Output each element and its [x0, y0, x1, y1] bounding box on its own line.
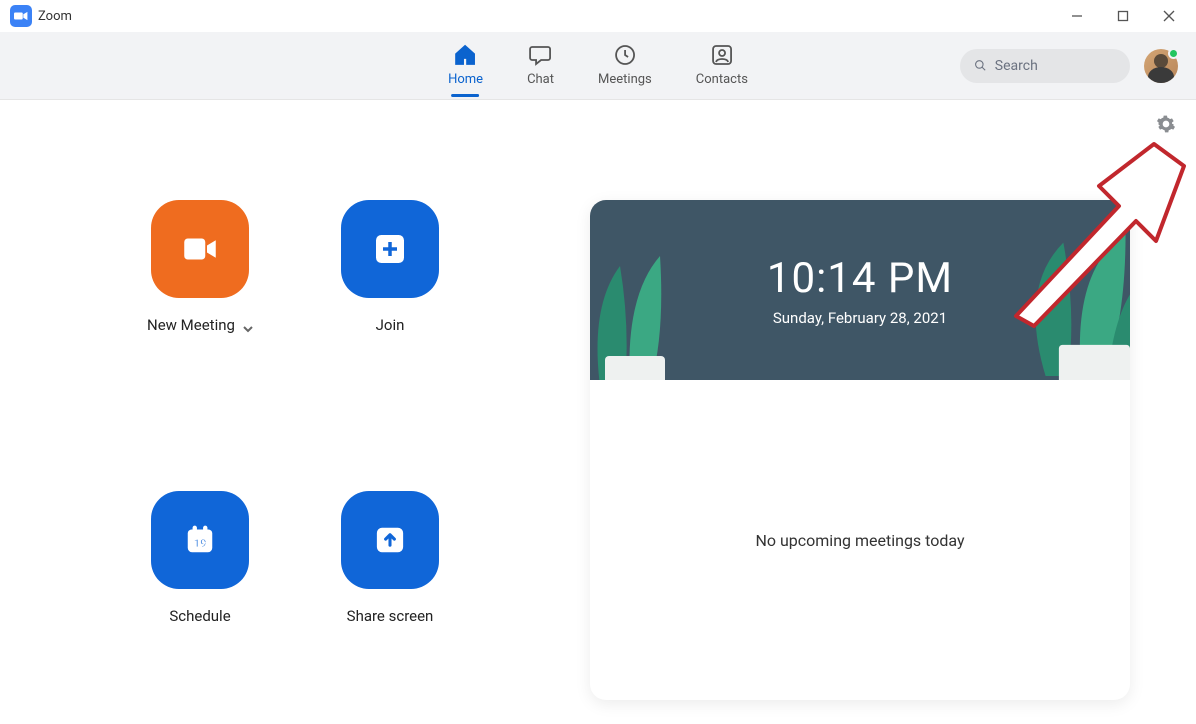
window-titlebar: Zoom	[0, 0, 1196, 32]
window-maximize-button[interactable]	[1100, 0, 1146, 32]
nav-tab-label: Chat	[527, 72, 554, 87]
tile-schedule: 19 Schedule	[105, 491, 295, 724]
clock-banner: 10:14 PM Sunday, February 28, 2021	[590, 200, 1130, 380]
nav-tab-meetings[interactable]: Meetings	[598, 42, 652, 95]
home-main: New Meeting Join	[0, 100, 1196, 724]
schedule-button[interactable]: 19	[151, 491, 249, 589]
tile-label: Share screen	[347, 607, 434, 625]
nav-tab-chat[interactable]: Chat	[527, 42, 554, 95]
plus-icon	[369, 228, 411, 270]
home-info-panel: 10:14 PM Sunday, February 28, 2021 No up…	[590, 100, 1196, 724]
tile-label: Join	[376, 316, 405, 334]
share-screen-icon	[369, 519, 411, 561]
presence-indicator	[1168, 48, 1179, 59]
new-meeting-dropdown[interactable]	[243, 320, 253, 330]
upcoming-list: No upcoming meetings today	[590, 380, 1130, 700]
new-meeting-button[interactable]	[151, 200, 249, 298]
nav-tab-label: Contacts	[696, 72, 748, 87]
profile-avatar[interactable]	[1144, 49, 1178, 83]
clock-date: Sunday, February 28, 2021	[773, 309, 947, 327]
upcoming-empty-message: No upcoming meetings today	[755, 531, 964, 550]
tile-label: New Meeting	[147, 316, 235, 334]
join-button[interactable]	[341, 200, 439, 298]
clock-time: 10:14 PM	[767, 254, 953, 303]
chat-icon	[528, 42, 554, 68]
search-icon	[974, 58, 987, 73]
window-controls	[1054, 0, 1192, 32]
nav-tab-contacts[interactable]: Contacts	[696, 42, 748, 95]
tile-join: Join	[295, 200, 485, 433]
home-actions-panel: New Meeting Join	[0, 100, 590, 724]
window-close-button[interactable]	[1146, 0, 1192, 32]
window-title: Zoom	[38, 9, 72, 24]
nav-tab-home[interactable]: Home	[448, 42, 483, 95]
chevron-down-icon	[243, 324, 253, 334]
gear-icon	[1156, 114, 1176, 134]
nav-tab-label: Home	[448, 72, 483, 87]
search-box[interactable]	[960, 49, 1130, 83]
tile-label: Schedule	[169, 607, 230, 625]
contacts-icon	[709, 42, 735, 68]
home-icon	[453, 42, 479, 68]
settings-button[interactable]	[1156, 114, 1176, 134]
clock-icon	[612, 42, 638, 68]
nav-tab-label: Meetings	[598, 72, 652, 87]
decoration-plant-left	[590, 206, 730, 380]
tile-new-meeting: New Meeting	[105, 200, 295, 433]
tile-share-screen: Share screen	[295, 491, 485, 724]
window-minimize-button[interactable]	[1054, 0, 1100, 32]
upcoming-card: 10:14 PM Sunday, February 28, 2021 No up…	[590, 200, 1130, 700]
share-screen-button[interactable]	[341, 491, 439, 589]
calendar-icon: 19	[179, 519, 221, 561]
video-icon	[179, 228, 221, 270]
search-input[interactable]	[995, 58, 1116, 74]
zoom-app-icon	[10, 5, 32, 27]
svg-text:19: 19	[193, 536, 206, 550]
decoration-plant-right	[1010, 206, 1130, 380]
top-navigation: Home Chat Meetings Contacts	[0, 32, 1196, 100]
